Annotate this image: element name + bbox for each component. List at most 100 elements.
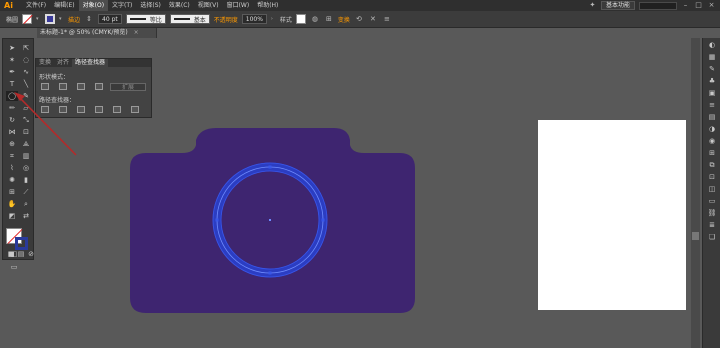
sync-icon[interactable]: ✦ [588, 1, 597, 10]
exclude-button[interactable] [95, 83, 103, 90]
width-tool-icon[interactable]: ⋈ [6, 127, 18, 137]
rotate-tool-icon[interactable]: ↻ [6, 115, 18, 125]
pen-tool-icon[interactable]: ✒ [6, 67, 18, 77]
menu-select[interactable]: 选择(S) [136, 0, 165, 11]
chevron-down-icon[interactable]: ▾ [59, 14, 64, 24]
camera-artwork[interactable] [130, 128, 416, 314]
align-icon[interactable]: ⊞ [324, 14, 334, 24]
line-tool-icon[interactable]: ╲ [20, 79, 32, 89]
appearance-panel-icon[interactable]: ◉ [707, 136, 717, 146]
transform-icon[interactable]: ⟲ [354, 14, 364, 24]
menu-edit[interactable]: 编辑(E) [50, 0, 78, 11]
stroke-swatch[interactable] [45, 14, 56, 24]
style-swatch[interactable] [295, 14, 306, 24]
pathfinder-panel-icon[interactable]: ⧉ [707, 160, 717, 170]
artboard[interactable] [538, 120, 686, 310]
symbol-sprayer-tool-icon[interactable]: ✺ [6, 175, 18, 185]
camera-body[interactable] [130, 128, 415, 313]
minimize-icon[interactable]: – [681, 1, 690, 10]
scroll-thumb[interactable] [692, 232, 699, 240]
close-icon[interactable]: × [707, 1, 716, 10]
align-panel-icon[interactable]: ⊞ [707, 148, 717, 158]
crop-button[interactable] [95, 106, 103, 113]
transform-panel-icon[interactable]: ⊡ [707, 172, 717, 182]
menu-effect[interactable]: 效果(C) [165, 0, 194, 11]
paintbrush-tool-icon[interactable]: ✎ [20, 91, 32, 101]
tab-transform[interactable]: 变换 [36, 59, 54, 67]
magic-wand-tool-icon[interactable]: ✶ [6, 55, 18, 65]
menu-type[interactable]: 文字(T) [108, 0, 136, 11]
artboards-panel-icon[interactable]: ▭ [707, 196, 717, 206]
anchor-top[interactable] [268, 165, 272, 169]
anchor-left[interactable] [215, 218, 219, 222]
fill-swatch[interactable] [22, 14, 33, 24]
layers-panel-icon[interactable]: ◫ [707, 184, 717, 194]
menu-object[interactable]: 对象(O) [78, 0, 109, 11]
search-input[interactable] [639, 1, 677, 10]
recolor-icon[interactable]: ◍ [310, 14, 320, 24]
lasso-tool-icon[interactable]: ◌ [20, 55, 32, 65]
stroke-panel-icon[interactable]: ≡ [707, 100, 717, 110]
minus-back-button[interactable] [131, 106, 139, 113]
expand-button[interactable]: 扩展 [110, 83, 146, 91]
eraser-tool-icon[interactable]: ▱ [20, 103, 32, 113]
none-mode-icon[interactable]: ⊘ [25, 249, 37, 259]
graphic-styles-icon[interactable]: ▣ [707, 88, 717, 98]
gradient-panel-icon[interactable]: ▤ [707, 112, 717, 122]
menu-view[interactable]: 视图(V) [194, 0, 223, 11]
chevron-down-icon[interactable]: ▾ [36, 14, 41, 24]
default-colors-icon[interactable]: ◩ [6, 211, 18, 221]
menu-window[interactable]: 窗口(W) [223, 0, 254, 11]
document-tab[interactable]: 未标题-1* @ 50% (CMYK/预览) × [37, 28, 157, 38]
color-panel-icon[interactable]: ◐ [707, 40, 717, 50]
close-icon[interactable]: × [134, 29, 139, 36]
curvature-tool-icon[interactable]: ∿ [20, 67, 32, 77]
perspective-grid-tool-icon[interactable]: ⟁ [20, 139, 32, 149]
menu-help[interactable]: 帮助(H) [253, 0, 282, 11]
anchor-right[interactable] [321, 218, 325, 222]
artboard-tool-icon[interactable]: ⊞ [6, 187, 18, 197]
zoom-tool-icon[interactable]: ⌕ [20, 199, 32, 209]
graph-tool-icon[interactable]: ▮ [20, 175, 32, 185]
ellipse-tool-icon[interactable]: ◯ [6, 91, 18, 101]
selection-tool-icon[interactable]: ➤ [6, 43, 18, 53]
pencil-tool-icon[interactable]: ✏ [6, 103, 18, 113]
maximize-icon[interactable]: □ [694, 1, 703, 10]
shape-builder-tool-icon[interactable]: ⊕ [6, 139, 18, 149]
tab-pathfinder[interactable]: 路径查找器 [72, 59, 109, 67]
brush-definition[interactable]: 基本 [169, 14, 210, 24]
gradient-tool-icon[interactable]: ▥ [20, 151, 32, 161]
layers-stack-icon[interactable]: ≣ [707, 220, 717, 230]
divide-button[interactable] [41, 106, 49, 113]
brushes-panel-icon[interactable]: ✎ [707, 64, 717, 74]
stroke-link[interactable]: 描边 [68, 15, 80, 24]
eyedropper-tool-icon[interactable]: ⌇ [6, 163, 18, 173]
direct-selection-tool-icon[interactable]: ⇱ [20, 43, 32, 53]
hand-tool-icon[interactable]: ✋ [6, 199, 18, 209]
slice-tool-icon[interactable]: ⟋ [20, 187, 32, 197]
transform-link[interactable]: 变换 [338, 15, 350, 24]
outline-button[interactable] [113, 106, 121, 113]
transparency-panel-icon[interactable]: ◑ [707, 124, 717, 134]
mesh-tool-icon[interactable]: ⌗ [6, 151, 18, 161]
chevron-right-icon[interactable]: › [271, 14, 276, 24]
tab-align[interactable]: 对齐 [54, 59, 72, 67]
blend-tool-icon[interactable]: ◎ [20, 163, 32, 173]
anchor-bottom[interactable] [268, 271, 272, 275]
symbols-panel-icon[interactable]: ♣ [707, 76, 717, 86]
free-transform-tool-icon[interactable]: ⊡ [20, 127, 32, 137]
isolate-icon[interactable]: ✕ [368, 14, 378, 24]
swatches-panel-icon[interactable]: ▦ [707, 52, 717, 62]
links-panel-icon[interactable]: ⛓ [707, 208, 717, 218]
workspace-switcher[interactable]: 基本功能 [600, 1, 635, 10]
swap-colors-icon[interactable]: ⇄ [20, 211, 32, 221]
minus-front-button[interactable] [59, 83, 67, 90]
vertical-scrollbar[interactable] [691, 38, 700, 348]
trim-button[interactable] [59, 106, 67, 113]
opacity-field[interactable]: 100% [241, 14, 267, 24]
libraries-panel-icon[interactable]: ❏ [707, 232, 717, 242]
opacity-link[interactable]: 不透明度 [214, 15, 238, 24]
menu-file[interactable]: 文件(F) [22, 0, 50, 11]
stroke-weight-field[interactable]: 40 pt [98, 14, 122, 24]
intersect-button[interactable] [77, 83, 85, 90]
